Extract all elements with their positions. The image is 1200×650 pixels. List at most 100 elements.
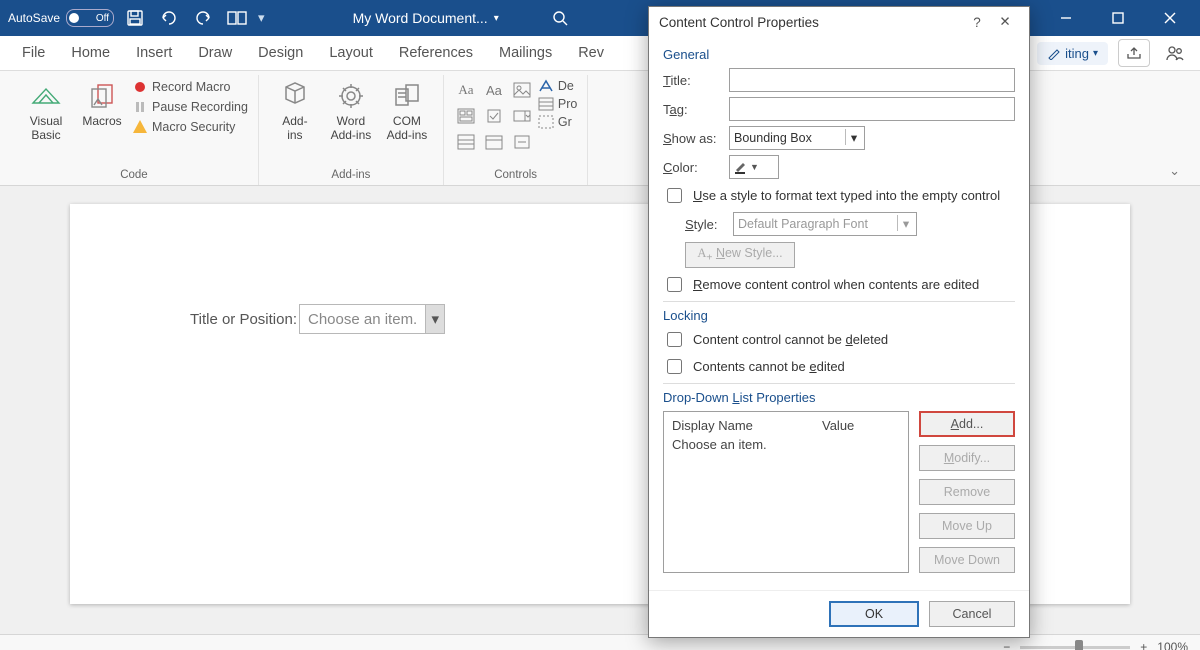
addins-icon — [278, 79, 312, 113]
picture-control-icon[interactable] — [510, 79, 534, 101]
search-icon[interactable] — [547, 5, 573, 31]
buildingblock-control-icon[interactable] — [454, 105, 478, 127]
chevron-down-icon[interactable]: ▾ — [425, 305, 444, 333]
group-controls-button[interactable]: Gr — [538, 115, 577, 129]
maximize-icon[interactable] — [1096, 0, 1140, 36]
editing-mode-button[interactable]: iting▾ — [1037, 42, 1108, 65]
moveup-button: Move Up — [919, 513, 1015, 539]
col-display-name: Display Name — [672, 418, 822, 433]
section-dropdown: Drop-Down List Properties — [663, 390, 1015, 405]
share-button[interactable] — [1118, 39, 1150, 67]
ribbon-group-code: Visual Basic Macros Record Macro Pause R… — [10, 75, 259, 185]
cancel-button[interactable]: Cancel — [929, 601, 1015, 627]
minimize-icon[interactable] — [1044, 0, 1088, 36]
group-label-addins: Add-ins — [331, 167, 370, 185]
checkbox-control-icon[interactable] — [482, 105, 506, 127]
remove-button: Remove — [919, 479, 1015, 505]
help-icon[interactable]: ? — [963, 15, 991, 30]
style-label: Style: — [685, 217, 725, 232]
group-label-controls: Controls — [494, 167, 537, 185]
remove-cc-checkbox[interactable] — [667, 277, 682, 292]
tab-references[interactable]: References — [387, 39, 485, 67]
redo-icon[interactable] — [190, 5, 216, 31]
tag-label: Tag: — [663, 102, 721, 117]
reading-view-icon[interactable] — [224, 5, 250, 31]
macros-icon — [85, 79, 119, 113]
pause-recording-button: Pause Recording — [132, 99, 248, 115]
tab-insert[interactable]: Insert — [124, 39, 184, 67]
add-button[interactable]: Add... — [919, 411, 1015, 437]
lock-edit-checkbox[interactable] — [667, 359, 682, 374]
movedown-button: Move Down — [919, 547, 1015, 573]
autosave-label: AutoSave — [8, 11, 60, 25]
close-icon[interactable]: ✕ — [991, 14, 1019, 30]
tab-layout[interactable]: Layout — [317, 39, 385, 67]
autosave-toggle[interactable]: Off — [66, 9, 114, 27]
legacy-control-icon[interactable] — [510, 131, 534, 153]
zoom-out-icon[interactable]: − — [1003, 640, 1010, 650]
showas-label: Show as: — [663, 131, 721, 146]
content-control-properties-dialog: Content Control Properties ? ✕ General T… — [648, 6, 1030, 638]
tab-file[interactable]: File — [10, 39, 57, 67]
undo-icon[interactable] — [156, 5, 182, 31]
design-mode-button[interactable]: De — [538, 79, 577, 93]
document-title[interactable]: My Word Document...▾ — [353, 10, 499, 26]
tab-home[interactable]: Home — [59, 39, 122, 67]
close-icon[interactable] — [1148, 0, 1192, 36]
word-addins-icon — [334, 79, 368, 113]
people-icon[interactable] — [1160, 40, 1190, 66]
dialog-title: Content Control Properties — [659, 15, 819, 30]
properties-button[interactable]: Pro — [538, 97, 577, 111]
ribbon-group-controls: Aa Aa De Pro Gr Controls — [444, 75, 588, 185]
datepicker-control-icon[interactable] — [482, 131, 506, 153]
visual-basic-button[interactable]: Visual Basic — [20, 75, 72, 143]
new-style-button: A+ New Style... — [685, 242, 795, 268]
color-picker[interactable]: ▼ — [729, 155, 779, 179]
lock-delete-label: Content control cannot be deleted — [693, 332, 888, 347]
section-locking: Locking — [663, 308, 1015, 323]
zoom-level[interactable]: 100% — [1157, 640, 1188, 650]
dropdown-listbox[interactable]: Display NameValue Choose an item. — [663, 411, 909, 573]
autosave-control[interactable]: AutoSave Off — [8, 9, 114, 27]
tab-review[interactable]: Rev — [566, 39, 616, 67]
section-general: General — [663, 47, 1015, 62]
controls-gallery[interactable]: Aa Aa — [454, 75, 534, 153]
list-item[interactable]: Choose an item. — [664, 435, 908, 454]
richtext-control-icon[interactable]: Aa — [454, 79, 478, 101]
macro-security-button[interactable]: Macro Security — [132, 119, 248, 135]
color-label: Color: — [663, 160, 721, 175]
tag-input[interactable] — [729, 97, 1015, 121]
ribbon-group-addins: Add- ins Word Add-ins COM Add-ins Add-in… — [259, 75, 444, 185]
use-style-label: Use a style to format text typed into th… — [693, 188, 1000, 203]
showas-select[interactable]: Bounding Box▾ — [729, 126, 865, 150]
use-style-checkbox[interactable] — [667, 188, 682, 203]
style-select: Default Paragraph Font▾ — [733, 212, 917, 236]
group-label-code: Code — [120, 167, 148, 185]
visual-basic-icon — [29, 79, 63, 113]
dropdown-control-icon[interactable] — [454, 131, 478, 153]
lock-delete-checkbox[interactable] — [667, 332, 682, 347]
collapse-ribbon-icon[interactable]: ⌄ — [1159, 157, 1190, 185]
tab-design[interactable]: Design — [246, 39, 315, 67]
modify-button: Modify... — [919, 445, 1015, 471]
com-addins-button[interactable]: COM Add-ins — [381, 75, 433, 143]
tab-mailings[interactable]: Mailings — [487, 39, 564, 67]
combobox-control-icon[interactable] — [510, 105, 534, 127]
lock-edit-label: Contents cannot be edited — [693, 359, 845, 374]
tab-draw[interactable]: Draw — [186, 39, 244, 67]
zoom-slider[interactable] — [1020, 646, 1130, 649]
content-control-dropdown[interactable]: Choose an item. ▾ — [299, 304, 445, 334]
ok-button[interactable]: OK — [829, 601, 919, 627]
record-macro-button[interactable]: Record Macro — [132, 79, 248, 95]
title-input[interactable] — [729, 68, 1015, 92]
plaintext-control-icon[interactable]: Aa — [482, 79, 506, 101]
title-label: Title: — [663, 73, 721, 88]
zoom-in-icon[interactable]: + — [1140, 640, 1147, 650]
col-value: Value — [822, 418, 854, 433]
field-label: Title or Position: — [190, 311, 297, 328]
save-icon[interactable] — [122, 5, 148, 31]
word-addins-button[interactable]: Word Add-ins — [325, 75, 377, 143]
macros-button[interactable]: Macros — [76, 75, 128, 129]
com-addins-icon — [390, 79, 424, 113]
addins-button[interactable]: Add- ins — [269, 75, 321, 143]
